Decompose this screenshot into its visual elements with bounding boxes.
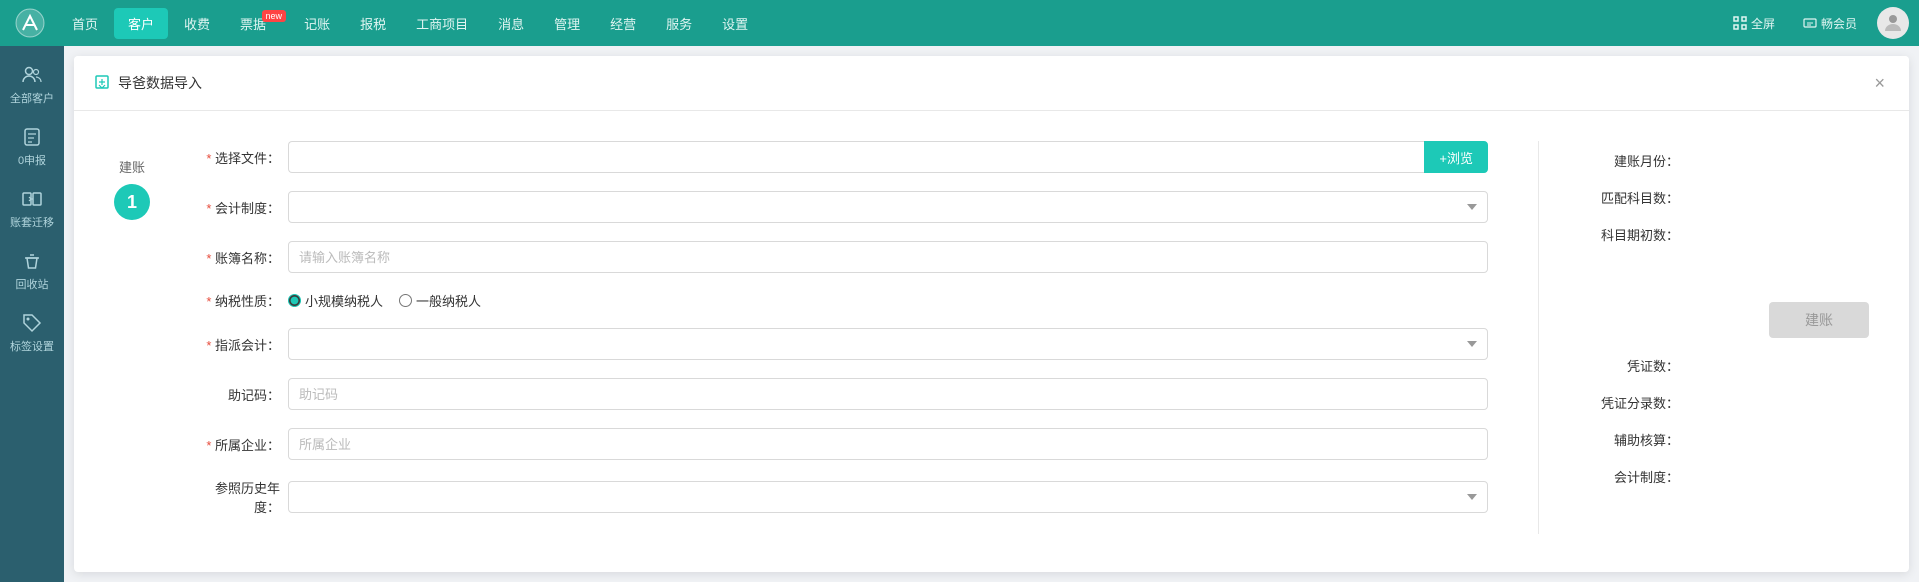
nav-business-projects[interactable]: 工商项目 bbox=[402, 8, 482, 39]
auxiliary-label: 辅助核算： bbox=[1589, 430, 1679, 449]
nav-bookkeeping[interactable]: 记账 bbox=[290, 8, 344, 39]
ledger-name-label: * 账簿名称： bbox=[200, 248, 280, 267]
tax-small-radio[interactable]: 小规模纳税人 bbox=[288, 291, 383, 310]
memo-row: 助记码： bbox=[200, 378, 1488, 410]
dialog: 导爸数据导入 × 建账 1 * 选择文件 bbox=[74, 56, 1909, 572]
close-button[interactable]: × bbox=[1870, 70, 1889, 96]
sidebar: 全部客户 0申报 账套迁移 回收站 bbox=[0, 46, 64, 582]
info-section: 建账月份： 匹配科目数： 科目期初数： 建账 bbox=[1589, 141, 1869, 534]
sidebar-item-label: 标签设置 bbox=[10, 338, 54, 354]
tax-type-label: * 纳税性质： bbox=[200, 291, 280, 310]
sidebar-item-zero-declaration[interactable]: 0申报 bbox=[4, 118, 60, 176]
new-badge: new bbox=[262, 10, 287, 22]
file-label: * 选择文件： bbox=[200, 148, 280, 167]
ledger-name-row: * 账簿名称： bbox=[200, 241, 1488, 273]
sidebar-item-label: 全部客户 bbox=[10, 90, 54, 106]
voucher-label: 凭证数： bbox=[1589, 356, 1679, 375]
nav-items: 首页 客户 收费 票据 new 记账 报税 工商项目 消息 管理 经营 服务 设… bbox=[58, 8, 1725, 39]
accounting-system-row: * 会计制度： bbox=[200, 191, 1488, 223]
tax-general-radio[interactable]: 一般纳税人 bbox=[399, 291, 481, 310]
main-layout: 全部客户 0申报 账套迁移 回收站 bbox=[0, 46, 1919, 582]
import-icon bbox=[94, 74, 110, 93]
content-area: 导爸数据导入 × 建账 1 * 选择文件 bbox=[64, 46, 1919, 582]
voucher-row: 凭证数： bbox=[1589, 356, 1869, 375]
match-subjects-row: 匹配科目数： bbox=[1589, 188, 1869, 207]
auxiliary-row: 辅助核算： bbox=[1589, 430, 1869, 449]
sidebar-item-migrate[interactable]: 账套迁移 bbox=[4, 180, 60, 238]
nav-home[interactable]: 首页 bbox=[58, 8, 112, 39]
accounting-system-select[interactable] bbox=[288, 191, 1488, 223]
sidebar-item-all-customers[interactable]: 全部客户 bbox=[4, 56, 60, 114]
ledger-name-input[interactable] bbox=[288, 241, 1488, 273]
member-label: 畅会员 bbox=[1821, 15, 1857, 32]
nav-services[interactable]: 服务 bbox=[652, 8, 706, 39]
accountant-select[interactable] bbox=[288, 328, 1488, 360]
nav-tax[interactable]: 报税 bbox=[346, 8, 400, 39]
app-logo bbox=[10, 3, 50, 43]
nav-messages[interactable]: 消息 bbox=[484, 8, 538, 39]
nav-fees[interactable]: 收费 bbox=[170, 8, 224, 39]
dialog-body: 建账 1 * 选择文件： +浏览 bbox=[74, 111, 1909, 564]
accounting-system-label: * 会计制度： bbox=[200, 198, 280, 217]
step-indicator: 建账 1 bbox=[114, 147, 150, 220]
voucher-entries-label: 凭证分录数： bbox=[1589, 393, 1679, 412]
fullscreen-label: 全屏 bbox=[1751, 15, 1775, 32]
sidebar-item-tags[interactable]: 标签设置 bbox=[4, 304, 60, 362]
match-subjects-label: 匹配科目数： bbox=[1589, 188, 1679, 207]
step-circle: 1 bbox=[114, 184, 150, 220]
accountant-row: * 指派会计： bbox=[200, 328, 1488, 360]
accounting-system-info-row: 会计制度： bbox=[1589, 467, 1869, 486]
accountant-label: * 指派会计： bbox=[200, 335, 280, 354]
sidebar-item-label: 回收站 bbox=[16, 276, 49, 292]
nav-management[interactable]: 管理 bbox=[540, 8, 594, 39]
sidebar-item-recycle[interactable]: 回收站 bbox=[4, 242, 60, 300]
topnav-right: 全屏 畅会员 bbox=[1725, 7, 1909, 39]
nav-operations[interactable]: 经营 bbox=[596, 8, 650, 39]
step-area: 建账 1 bbox=[114, 141, 170, 534]
nav-customers[interactable]: 客户 bbox=[114, 8, 168, 39]
company-input[interactable] bbox=[288, 428, 1488, 460]
month-label: 建账月份： bbox=[1589, 151, 1679, 170]
browse-button[interactable]: +浏览 bbox=[1424, 141, 1488, 173]
file-input[interactable] bbox=[288, 141, 1424, 173]
history-year-select[interactable] bbox=[288, 481, 1488, 513]
accounting-system-info-label: 会计制度： bbox=[1589, 467, 1679, 486]
dialog-title-text: 导爸数据导入 bbox=[118, 73, 202, 93]
fullscreen-button[interactable]: 全屏 bbox=[1725, 11, 1783, 36]
history-year-label: 参照历史年度： bbox=[200, 478, 280, 516]
sidebar-item-label: 0申报 bbox=[18, 152, 46, 168]
divider bbox=[1538, 141, 1539, 534]
step-label: 建账 bbox=[119, 157, 145, 176]
initial-amount-row: 科目期初数： bbox=[1589, 225, 1869, 244]
dialog-header: 导爸数据导入 × bbox=[74, 56, 1909, 111]
form-section: * 选择文件： +浏览 * 会计制度： bbox=[200, 141, 1488, 534]
member-button[interactable]: 畅会员 bbox=[1795, 11, 1865, 36]
nav-settings[interactable]: 设置 bbox=[708, 8, 762, 39]
company-row: * 所属企业： bbox=[200, 428, 1488, 460]
voucher-entries-row: 凭证分录数： bbox=[1589, 393, 1869, 412]
top-navigation: 首页 客户 收费 票据 new 记账 报税 工商项目 消息 管理 经营 服务 设… bbox=[0, 0, 1919, 46]
initial-amount-label: 科目期初数： bbox=[1589, 225, 1679, 244]
dialog-title: 导爸数据导入 bbox=[94, 73, 202, 93]
file-row: * 选择文件： +浏览 bbox=[200, 141, 1488, 173]
create-button-wrapper: 建账 bbox=[1589, 262, 1869, 338]
create-button[interactable]: 建账 bbox=[1769, 302, 1869, 338]
file-input-group: +浏览 bbox=[288, 141, 1488, 173]
tax-type-row: * 纳税性质： 小规模纳税人 一般纳税人 bbox=[200, 291, 1488, 310]
tax-type-radios: 小规模纳税人 一般纳税人 bbox=[288, 291, 1488, 310]
memo-input[interactable] bbox=[288, 378, 1488, 410]
company-label: * 所属企业： bbox=[200, 435, 280, 454]
user-avatar[interactable] bbox=[1877, 7, 1909, 39]
memo-label: 助记码： bbox=[200, 385, 280, 404]
month-row: 建账月份： bbox=[1589, 151, 1869, 170]
history-year-row: 参照历史年度： bbox=[200, 478, 1488, 516]
nav-invoices[interactable]: 票据 new bbox=[226, 8, 288, 39]
sidebar-item-label: 账套迁移 bbox=[10, 214, 54, 230]
